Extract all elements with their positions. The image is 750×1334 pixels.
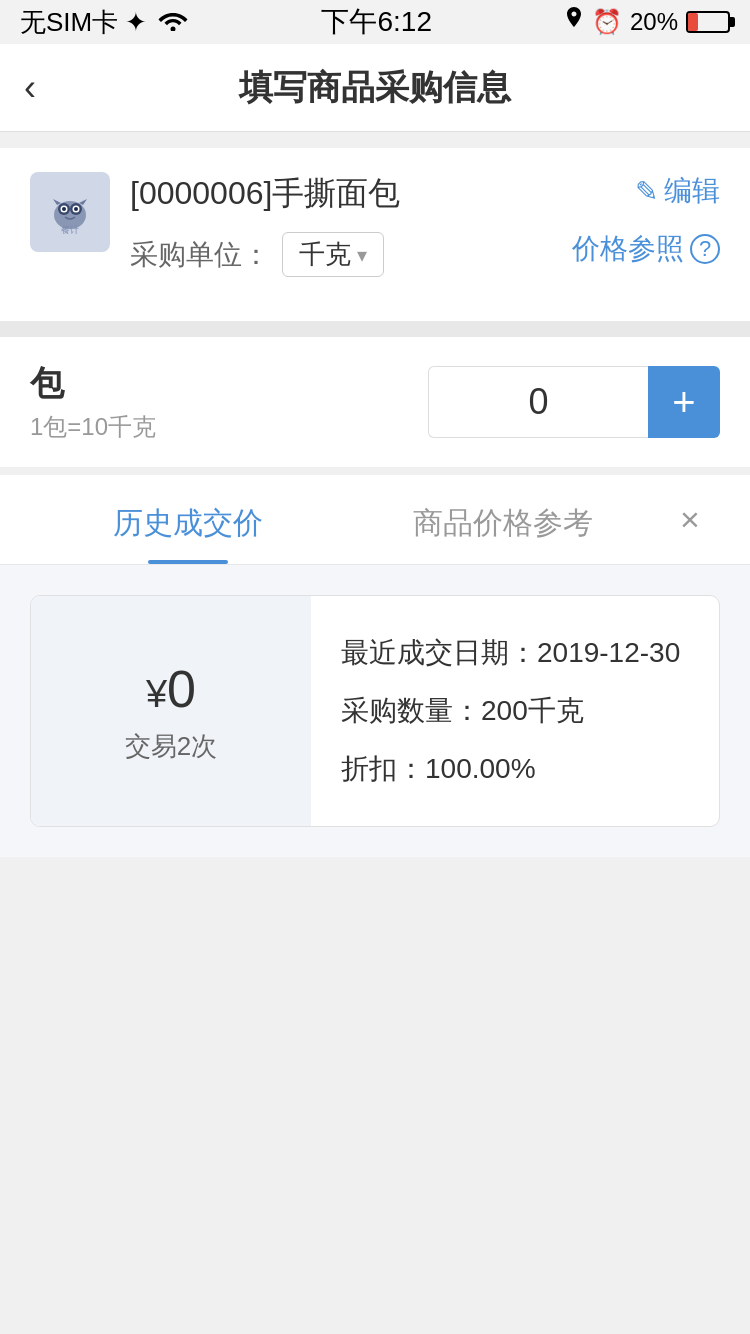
qty-unit-label: 包 bbox=[30, 361, 156, 407]
status-time: 下午6:12 bbox=[321, 3, 432, 41]
location-icon bbox=[564, 7, 584, 37]
qty-label-col: 包 1包=10千克 bbox=[30, 361, 156, 443]
status-carrier: 无SIM卡 ✦ bbox=[20, 5, 189, 40]
history-purchase-qty: 采购数量：200千克 bbox=[341, 690, 689, 732]
history-price-value: ¥0 bbox=[146, 659, 196, 719]
history-detail-side: 最近成交日期：2019-12-30 采购数量：200千克 折扣：100.00% bbox=[311, 596, 719, 826]
svg-point-0 bbox=[171, 26, 176, 31]
tab-close-button[interactable]: × bbox=[660, 490, 720, 550]
battery-icon bbox=[686, 11, 730, 33]
main-background bbox=[0, 857, 750, 1334]
product-right-col: ✎ 编辑 价格参照 ? bbox=[572, 172, 720, 268]
status-bar: 无SIM卡 ✦ 下午6:12 ⏰ 20% bbox=[0, 0, 750, 44]
help-icon: ? bbox=[690, 234, 720, 264]
product-info: [0000006]手撕面包 采购单位： 千克 ▾ bbox=[130, 172, 400, 277]
quantity-row: 包 1包=10千克 0 + bbox=[0, 337, 750, 467]
history-card: ¥0 交易2次 最近成交日期：2019-12-30 采购数量：200千克 折扣：… bbox=[30, 595, 720, 827]
history-trade-count: 交易2次 bbox=[125, 729, 217, 764]
alarm-icon: ⏰ bbox=[592, 8, 622, 36]
tab-history-price[interactable]: 历史成交价 bbox=[30, 475, 345, 564]
quantity-plus-button[interactable]: + bbox=[648, 366, 720, 438]
product-left: 餐计 [0000006]手撕面包 采购单位： 千克 ▾ bbox=[30, 172, 400, 277]
page-title: 填写商品采购信息 bbox=[239, 65, 511, 111]
unit-value: 千克 bbox=[299, 237, 351, 272]
product-logo-icon: 餐计 bbox=[45, 187, 95, 237]
history-price-side: ¥0 交易2次 bbox=[31, 596, 311, 826]
unit-selector[interactable]: 千克 ▾ bbox=[282, 232, 384, 277]
svg-point-6 bbox=[62, 207, 66, 211]
wifi-icon bbox=[157, 7, 189, 38]
tabs-header: 历史成交价 商品价格参考 × bbox=[0, 475, 750, 565]
history-discount: 折扣：100.00% bbox=[341, 748, 689, 790]
product-header: 餐计 [0000006]手撕面包 采购单位： 千克 ▾ ✎ 编辑 bbox=[30, 172, 720, 277]
history-content: ¥0 交易2次 最近成交日期：2019-12-30 采购数量：200千克 折扣：… bbox=[0, 565, 750, 857]
chevron-down-icon: ▾ bbox=[357, 243, 367, 267]
edit-icon: ✎ bbox=[635, 175, 658, 208]
unit-label: 采购单位： bbox=[130, 236, 270, 274]
svg-text:餐计: 餐计 bbox=[61, 225, 79, 235]
product-unit-row: 采购单位： 千克 ▾ bbox=[130, 232, 400, 277]
tab-product-price-ref[interactable]: 商品价格参考 bbox=[345, 475, 660, 564]
tabs-section: 历史成交价 商品价格参考 × ¥0 交易2次 最近成交日期：2019-12-30 bbox=[0, 475, 750, 857]
svg-point-7 bbox=[74, 207, 78, 211]
product-thumbnail: 餐计 bbox=[30, 172, 110, 252]
history-recent-date: 最近成交日期：2019-12-30 bbox=[341, 632, 689, 674]
product-card: 餐计 [0000006]手撕面包 采购单位： 千克 ▾ ✎ 编辑 bbox=[0, 148, 750, 321]
carrier-text: 无SIM卡 ✦ bbox=[20, 5, 147, 40]
product-name: [0000006]手撕面包 bbox=[130, 172, 400, 216]
qty-conversion: 1包=10千克 bbox=[30, 411, 156, 443]
battery-percent: 20% bbox=[630, 8, 678, 36]
qty-input-row: 0 + bbox=[428, 366, 720, 438]
edit-button[interactable]: ✎ 编辑 bbox=[635, 172, 720, 210]
price-ref-button[interactable]: 价格参照 ? bbox=[572, 230, 720, 268]
tab-active-indicator bbox=[148, 560, 228, 564]
back-button[interactable]: ‹ bbox=[24, 67, 84, 109]
quantity-input[interactable]: 0 bbox=[428, 366, 648, 438]
nav-bar: ‹ 填写商品采购信息 bbox=[0, 44, 750, 132]
status-right-group: ⏰ 20% bbox=[564, 7, 730, 37]
section-divider bbox=[0, 321, 750, 337]
